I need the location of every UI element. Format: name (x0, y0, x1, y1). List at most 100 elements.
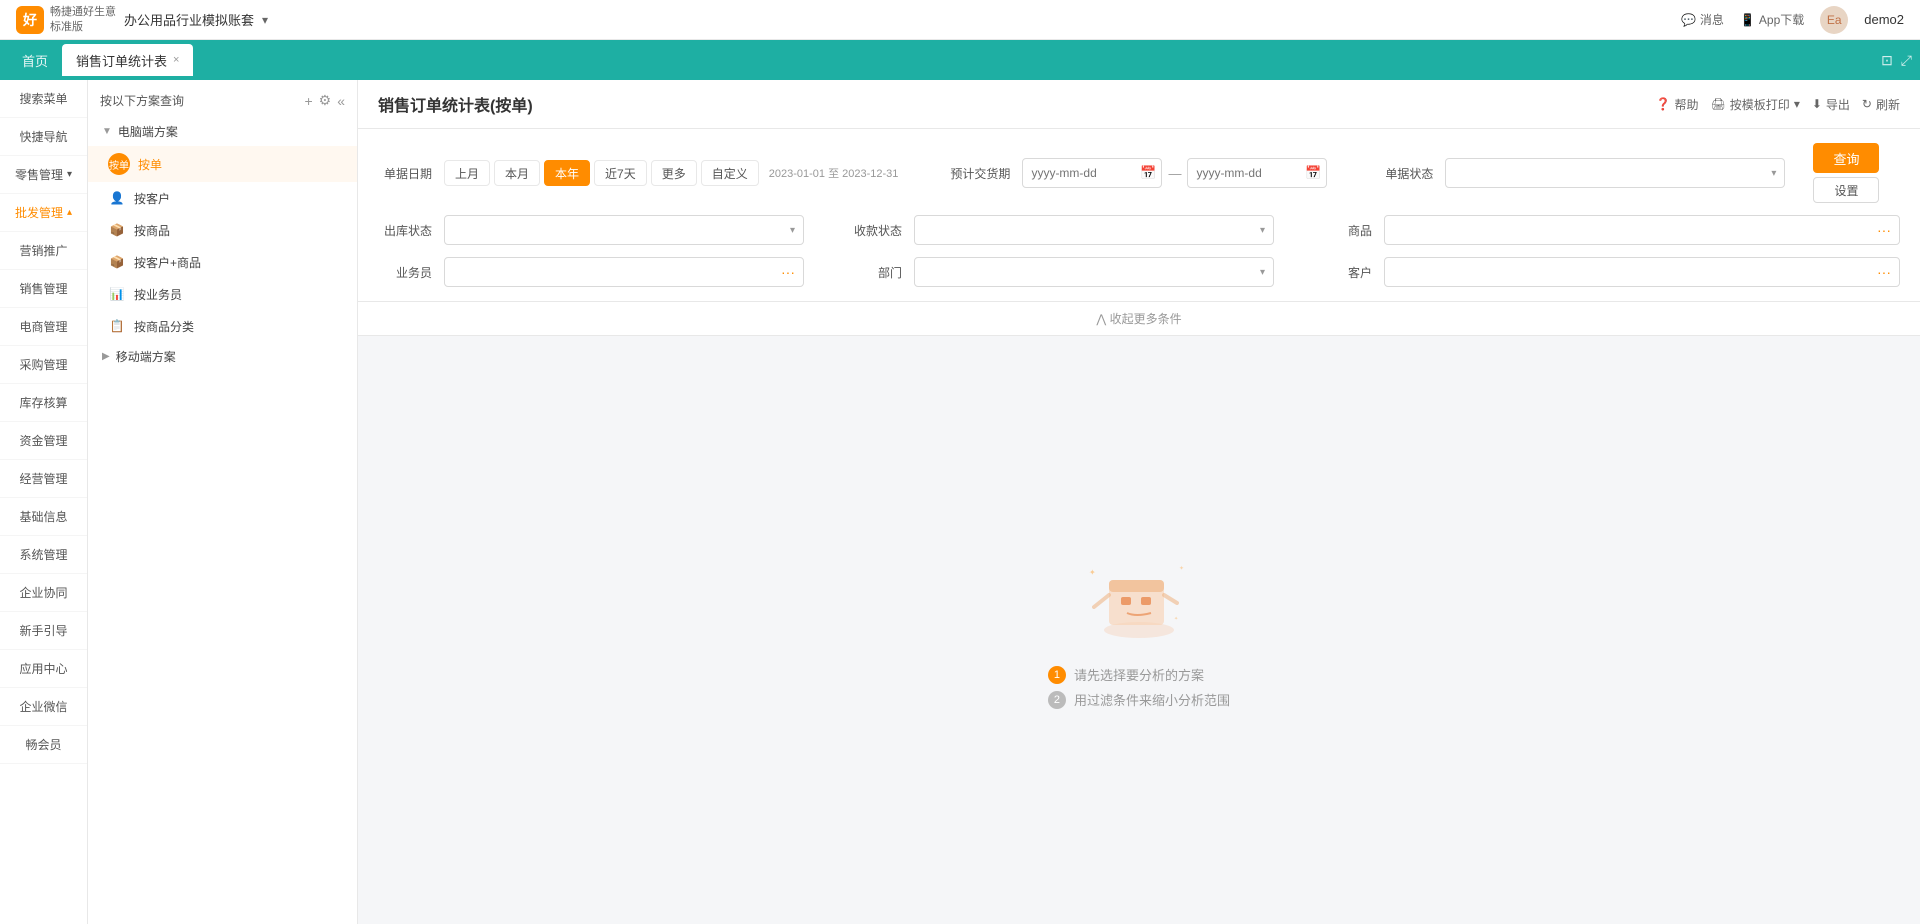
topbar-dropdown[interactable]: ▾ (262, 13, 268, 27)
sidebar-item-search-menu[interactable]: 搜索菜单 (0, 80, 87, 118)
refresh-icon: ↻ (1862, 97, 1872, 111)
sidebar-item-member[interactable]: 畅会员 (0, 726, 87, 764)
empty-state: ✦ ✦ ✦ 1 请先选择要分析的方案 2 用过滤条件来缩小分析范围 (358, 336, 1920, 924)
scheme-by-salesperson[interactable]: 📊 按业务员 (88, 278, 357, 310)
salesperson-input[interactable]: ··· (444, 257, 804, 287)
tip-item-1: 1 请先选择要分析的方案 (1048, 665, 1230, 684)
expand-icon[interactable]: ⤢ (1901, 52, 1912, 69)
export-icon: ⬇ (1812, 97, 1822, 111)
collapse-bar[interactable]: ⋀ 收起更多条件 (358, 302, 1920, 336)
help-button[interactable]: ❓ 帮助 (1656, 96, 1699, 113)
print-dropdown-icon: ▾ (1794, 97, 1800, 111)
mobile-section-header[interactable]: ▶ 移动端方案 (88, 342, 357, 371)
status-select[interactable]: ▾ (1445, 158, 1785, 188)
sidebar: 搜索菜单 快捷导航 零售管理 ▾ 批发管理 ▴ 营销推广 销售管理 电商管理 采… (0, 80, 88, 924)
preset-last-month[interactable]: 上月 (444, 160, 490, 186)
action-buttons: 查询 设置 (1813, 143, 1879, 203)
payment-label: 收款状态 (848, 222, 902, 239)
sidebar-item-finance[interactable]: 资金管理 (0, 422, 87, 460)
scheme-settings-icon[interactable]: ⚙ (319, 92, 332, 109)
message-action[interactable]: 💬 消息 (1681, 11, 1724, 28)
sidebar-item-operations[interactable]: 经营管理 (0, 460, 87, 498)
query-button[interactable]: 查询 (1813, 143, 1879, 173)
scheme-by-product-category[interactable]: 📋 按商品分类 (88, 310, 357, 342)
preset-last-7-days[interactable]: 近7天 (594, 160, 647, 186)
refresh-button[interactable]: ↻ 刷新 (1862, 96, 1900, 113)
sidebar-item-sales-mgmt[interactable]: 销售管理 (0, 270, 87, 308)
filter-row-status: 出库状态 ▾ 收款状态 ▾ 商品 ··· (378, 215, 1900, 245)
payment-arrow: ▾ (1260, 225, 1265, 236)
template-print-button[interactable]: 🖨 按模板打印 ▾ (1711, 96, 1800, 113)
app-download-action[interactable]: 📱 App下载 (1740, 11, 1804, 28)
sidebar-item-wholesale[interactable]: 批发管理 ▴ (0, 194, 87, 232)
left-panel: 按以下方案查询 + ⚙ « ▼ 电脑端方案 按单 按单 👤 按客户 (88, 80, 358, 924)
sidebar-item-app-center[interactable]: 应用中心 (0, 650, 87, 688)
scheme-by-customer-product[interactable]: 📦 按客户+商品 (88, 246, 357, 278)
scheme-by-order[interactable]: 按单 按单 (88, 146, 357, 182)
export-button[interactable]: ⬇ 导出 (1812, 96, 1850, 113)
nav-tabs: 首页 销售订单统计表 × ⊡ ⤢ (0, 40, 1920, 80)
goods-dots-icon[interactable]: ··· (1877, 222, 1891, 238)
preset-custom[interactable]: 自定义 (701, 160, 759, 186)
topbar-left: 好 畅捷通好生意 标准版 办公用品行业模拟账套 ▾ (16, 5, 268, 34)
filter-row-date: 单据日期 上月 本月 本年 近7天 更多 自定义 2023-01-01 至 20… (378, 143, 1900, 203)
sidebar-item-enterprise[interactable]: 企业协同 (0, 574, 87, 612)
sidebar-item-quick-nav[interactable]: 快捷导航 (0, 118, 87, 156)
sidebar-item-retail[interactable]: 零售管理 ▾ (0, 156, 87, 194)
scheme-by-product[interactable]: 📦 按商品 (88, 214, 357, 246)
tab-sales-order-stats[interactable]: 销售订单统计表 × (62, 44, 193, 76)
topbar-right: 💬 消息 📱 App下载 Ea demo2 (1681, 6, 1904, 34)
panel-header: 按以下方案查询 + ⚙ « (88, 92, 357, 117)
topbar: 好 畅捷通好生意 标准版 办公用品行业模拟账套 ▾ 💬 消息 📱 App下载 E… (0, 0, 1920, 40)
svg-text:✦: ✦ (1179, 565, 1184, 572)
sidebar-item-inventory[interactable]: 库存核算 (0, 384, 87, 422)
shipment-select[interactable]: ▾ (444, 215, 804, 245)
help-icon: ❓ (1656, 97, 1671, 111)
expected-date-end-wrapper: 📅 (1187, 158, 1327, 188)
collapse-panel-icon[interactable]: « (337, 93, 345, 109)
status-label: 单据状态 (1379, 165, 1433, 182)
customer-input[interactable]: ··· (1384, 257, 1900, 287)
tab-home[interactable]: 首页 (8, 44, 62, 76)
expected-date-range: 📅 — 📅 (1022, 158, 1327, 188)
sidebar-item-system[interactable]: 系统管理 (0, 536, 87, 574)
date-presets: 上月 本月 本年 近7天 更多 自定义 2023-01-01 至 2023-12… (444, 160, 898, 186)
goods-input[interactable]: ··· (1384, 215, 1900, 245)
message-icon: 💬 (1681, 13, 1696, 27)
status-select-arrow: ▾ (1771, 168, 1776, 179)
avatar[interactable]: Ea (1820, 6, 1848, 34)
scheme-by-customer[interactable]: 👤 按客户 (88, 182, 357, 214)
topbar-title: 办公用品行业模拟账套 (124, 10, 254, 29)
pc-section-header[interactable]: ▼ 电脑端方案 (88, 117, 357, 146)
sidebar-item-purchase[interactable]: 采购管理 (0, 346, 87, 384)
expected-date-start-wrapper: 📅 (1022, 158, 1162, 188)
department-select[interactable]: ▾ (914, 257, 1274, 287)
add-scheme-icon[interactable]: + (304, 93, 312, 109)
tip-item-2: 2 用过滤条件来缩小分析范围 (1048, 690, 1230, 709)
by-salesperson-icon: 📊 (108, 285, 126, 303)
salesperson-dots-icon[interactable]: ··· (781, 264, 795, 280)
sidebar-item-new-user[interactable]: 新手引导 (0, 612, 87, 650)
date-dash: — (1168, 166, 1181, 181)
customer-dots-icon[interactable]: ··· (1877, 264, 1891, 280)
by-customer-product-icon: 📦 (108, 253, 126, 271)
sidebar-item-wechat[interactable]: 企业微信 (0, 688, 87, 726)
print-icon: 🖨 (1711, 97, 1726, 111)
preset-this-year[interactable]: 本年 (544, 160, 590, 186)
tab-close-icon[interactable]: × (173, 54, 179, 66)
cal-end-icon: 📅 (1305, 165, 1321, 181)
sidebar-item-ecommerce[interactable]: 电商管理 (0, 308, 87, 346)
settings-button[interactable]: 设置 (1813, 177, 1879, 203)
preset-more[interactable]: 更多 (651, 160, 697, 186)
page-title: 销售订单统计表(按单) (378, 92, 533, 128)
expected-date-label: 预计交货期 (950, 165, 1010, 182)
filter-area: 单据日期 上月 本月 本年 近7天 更多 自定义 2023-01-01 至 20… (358, 129, 1920, 302)
preset-this-month[interactable]: 本月 (494, 160, 540, 186)
payment-select[interactable]: ▾ (914, 215, 1274, 245)
by-product-category-icon: 📋 (108, 317, 126, 335)
sidebar-item-marketing[interactable]: 营销推广 (0, 232, 87, 270)
goods-label: 商品 (1318, 222, 1372, 239)
restore-icon[interactable]: ⊡ (1881, 52, 1893, 69)
sidebar-item-basic-info[interactable]: 基础信息 (0, 498, 87, 536)
right-panel: 销售订单统计表(按单) ❓ 帮助 🖨 按模板打印 ▾ ⬇ 导出 (358, 80, 1920, 924)
